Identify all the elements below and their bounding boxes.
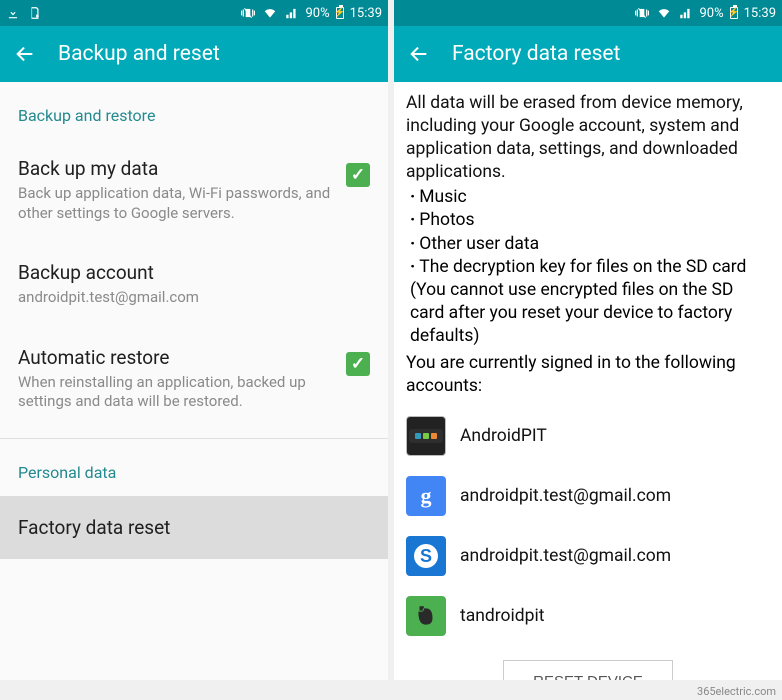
screen-backup-and-reset: 90% ⚡ 15:39 Backup and reset Backup and …: [0, 0, 388, 680]
setting-factory-data-reset[interactable]: Factory data reset: [0, 496, 388, 559]
account-row: g androidpit.test@gmail.com: [394, 466, 782, 526]
account-label: tandroidpit: [460, 606, 544, 626]
erase-list: Music Photos Other user data The decrypt…: [394, 186, 782, 348]
vibrate-icon: [634, 6, 650, 20]
setting-title: Automatic restore: [18, 346, 334, 369]
signal-icon: [678, 6, 693, 20]
warning-text: All data will be erased from device memo…: [394, 82, 782, 184]
doc-block-icon: [28, 6, 42, 20]
evernote-icon: [406, 596, 446, 636]
page-title: Backup and reset: [58, 42, 220, 66]
signal-icon: [284, 6, 299, 20]
section-header-backup-restore: Backup and restore: [0, 82, 388, 139]
wifi-icon: [656, 6, 672, 20]
battery-pct-label: 90%: [305, 6, 329, 21]
battery-icon: ⚡: [336, 7, 344, 19]
setting-title: Backup account: [18, 261, 370, 284]
app-bar: Backup and reset: [0, 26, 388, 82]
checkbox-checked-icon[interactable]: ✓: [346, 163, 370, 187]
checkbox-checked-icon[interactable]: ✓: [346, 352, 370, 376]
account-label: androidpit.test@gmail.com: [460, 546, 671, 566]
svg-text:S: S: [420, 546, 432, 566]
setting-title: Factory data reset: [18, 516, 370, 539]
back-icon[interactable]: [14, 43, 36, 65]
battery-pct-label: 90%: [699, 6, 723, 21]
clock-label: 15:39: [350, 6, 382, 21]
section-header-personal-data: Personal data: [0, 439, 388, 496]
setting-subtitle: When reinstalling an application, backed…: [18, 373, 334, 412]
reset-device-button[interactable]: RESET DEVICE: [503, 660, 673, 680]
clock-label: 15:39: [744, 6, 776, 21]
list-item: Other user data: [410, 233, 770, 256]
list-item: The decryption key for files on the SD c…: [410, 256, 770, 348]
watermark: 365electric.com: [697, 685, 776, 698]
status-bar: 90% ⚡ 15:39: [0, 0, 388, 26]
signed-in-text: You are currently signed in to the follo…: [394, 348, 782, 406]
setting-subtitle: androidpit.test@gmail.com: [18, 288, 370, 308]
setting-automatic-restore[interactable]: Automatic restore When reinstalling an a…: [0, 328, 388, 432]
screen-factory-data-reset: 90% ⚡ 15:39 Factory data reset All data …: [394, 0, 782, 680]
list-item: Music: [410, 186, 770, 209]
status-bar: 90% ⚡ 15:39: [394, 0, 782, 26]
download-icon: [6, 6, 20, 20]
back-icon[interactable]: [408, 43, 430, 65]
account-row: AndroidPIT: [394, 406, 782, 466]
wifi-icon: [262, 6, 278, 20]
skype-icon: S: [406, 536, 446, 576]
list-item: Photos: [410, 209, 770, 232]
setting-subtitle: Back up application data, Wi-Fi password…: [18, 184, 334, 223]
account-label: AndroidPIT: [460, 426, 547, 446]
account-label: androidpit.test@gmail.com: [460, 486, 671, 506]
app-bar: Factory data reset: [394, 26, 782, 82]
setting-backup-my-data[interactable]: Back up my data Back up application data…: [0, 139, 388, 243]
androidpit-icon: [406, 416, 446, 456]
battery-icon: ⚡: [730, 7, 738, 19]
page-title: Factory data reset: [452, 42, 620, 66]
account-row: S androidpit.test@gmail.com: [394, 526, 782, 586]
google-icon: g: [406, 476, 446, 516]
setting-backup-account[interactable]: Backup account androidpit.test@gmail.com: [0, 243, 388, 328]
vibrate-icon: [240, 6, 256, 20]
setting-title: Back up my data: [18, 157, 334, 180]
account-row: tandroidpit: [394, 586, 782, 646]
